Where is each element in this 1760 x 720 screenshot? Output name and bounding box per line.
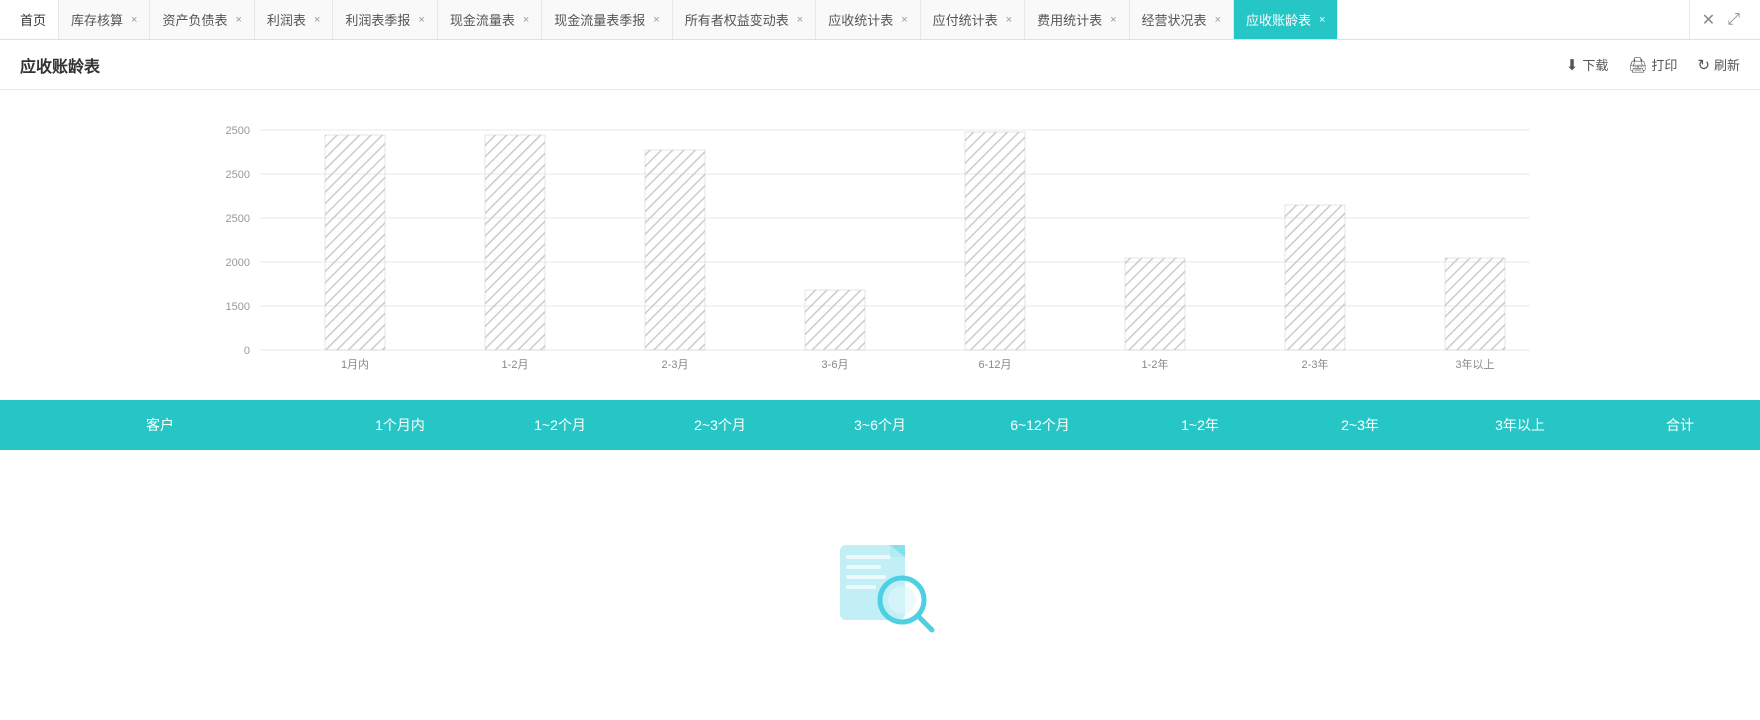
close-window-icon[interactable]: ✕: [1702, 10, 1715, 30]
tab-home[interactable]: 首页: [8, 0, 59, 40]
bar-3plus-year: [1445, 258, 1505, 350]
page-header: 应收账龄表 ⬇ 下载 🖨 打印 ↻ 刷新: [0, 40, 1760, 90]
tab-balance-sheet-close[interactable]: ×: [235, 14, 241, 26]
table-header: 客户 1个月内 1~2个月 2~3个月 3~6个月 6~12个月 1~2年 2~…: [0, 400, 1760, 450]
tab-equity[interactable]: 所有者权益变动表 ×: [673, 0, 816, 40]
bar-1-2month: [485, 135, 545, 350]
svg-text:2-3年: 2-3年: [1302, 357, 1329, 371]
tab-expense-stats-close[interactable]: ×: [1110, 14, 1116, 26]
svg-text:1500: 1500: [226, 301, 250, 313]
tab-cashflow-quarterly[interactable]: 现金流量表季报 ×: [542, 0, 672, 40]
tab-ar-aging-label: 应收账龄表: [1246, 10, 1311, 29]
tab-equity-label: 所有者权益变动表: [685, 10, 789, 29]
col-2-3year: 2~3年: [1280, 415, 1440, 435]
tab-home-label: 首页: [20, 10, 46, 29]
tab-bar: 首页 库存核算 × 资产负债表 × 利润表 × 利润表季报 × 现金流量表 × …: [0, 0, 1760, 40]
tab-balance-sheet[interactable]: 资产负债表 ×: [150, 0, 254, 40]
tab-profit-quarterly-label: 利润表季报: [345, 10, 410, 29]
tab-inventory[interactable]: 库存核算 ×: [59, 0, 150, 40]
svg-text:3-6月: 3-6月: [822, 359, 849, 371]
bar-3-6month: [805, 290, 865, 350]
svg-text:0: 0: [244, 345, 250, 357]
col-6-12month: 6~12个月: [960, 415, 1120, 435]
col-total: 合计: [1600, 415, 1760, 435]
svg-text:1-2年: 1-2年: [1142, 357, 1169, 371]
tab-cashflow-label: 现金流量表: [450, 10, 515, 29]
svg-text:1月内: 1月内: [341, 357, 369, 371]
print-label: 打印: [1651, 55, 1677, 74]
tab-ar-stats-close[interactable]: ×: [901, 14, 907, 26]
tab-ap-stats[interactable]: 应付统计表 ×: [921, 0, 1025, 40]
tab-cashflow-quarterly-close[interactable]: ×: [653, 14, 659, 26]
print-button[interactable]: 🖨 打印: [1628, 55, 1677, 74]
svg-text:2500: 2500: [226, 125, 250, 137]
download-button[interactable]: ⬇ 下载: [1566, 55, 1609, 74]
tab-operations-label: 经营状况表: [1142, 10, 1207, 29]
tab-cashflow-quarterly-label: 现金流量表季报: [554, 10, 645, 29]
tab-profit-quarterly-close[interactable]: ×: [418, 14, 424, 26]
refresh-label: 刷新: [1714, 55, 1740, 74]
bar-6-12month: [965, 132, 1025, 350]
download-icon: ⬇: [1566, 56, 1579, 74]
col-1-2year: 1~2年: [1120, 415, 1280, 435]
tab-cashflow[interactable]: 现金流量表 ×: [438, 0, 542, 40]
svg-text:2500: 2500: [226, 213, 250, 225]
table-body: [0, 450, 1760, 720]
svg-text:3年以上: 3年以上: [1455, 357, 1494, 371]
col-3plus-year: 3年以上: [1440, 415, 1600, 435]
tab-inventory-close[interactable]: ×: [131, 14, 137, 26]
tab-cashflow-close[interactable]: ×: [523, 14, 529, 26]
bar-1month: [325, 135, 385, 350]
col-2-3month: 2~3个月: [640, 415, 800, 435]
page-title: 应收账龄表: [20, 53, 100, 77]
tab-ap-stats-label: 应付统计表: [933, 10, 998, 29]
tab-inventory-label: 库存核算: [71, 10, 123, 29]
refresh-button[interactable]: ↻ 刷新: [1697, 55, 1740, 74]
page-actions: ⬇ 下载 🖨 打印 ↻ 刷新: [1566, 55, 1740, 74]
chart-container: 2500 2500 2500 2000 1500 0 1月内 1-2月: [30, 110, 1730, 390]
maximize-window-icon[interactable]: ⤢: [1727, 11, 1740, 29]
svg-text:2-3月: 2-3月: [662, 359, 689, 371]
bar-2-3year: [1285, 205, 1345, 350]
col-customer: 客户: [0, 415, 320, 435]
svg-text:2000: 2000: [226, 257, 250, 269]
tab-profit-quarterly[interactable]: 利润表季报 ×: [333, 0, 437, 40]
col-3-6month: 3~6个月: [800, 415, 960, 435]
tab-balance-sheet-label: 资产负债表: [162, 10, 227, 29]
bar-2-3month: [645, 150, 705, 350]
tab-ar-stats-label: 应收统计表: [828, 10, 893, 29]
empty-illustration: [820, 535, 940, 635]
tab-operations-close[interactable]: ×: [1215, 14, 1221, 26]
tab-equity-close[interactable]: ×: [797, 14, 803, 26]
refresh-icon: ↻: [1697, 56, 1710, 74]
tab-list: 首页 库存核算 × 资产负债表 × 利润表 × 利润表季报 × 现金流量表 × …: [8, 0, 1689, 40]
tab-ap-stats-close[interactable]: ×: [1006, 14, 1012, 26]
tab-ar-aging[interactable]: 应收账龄表 ×: [1234, 0, 1338, 40]
print-icon: 🖨: [1628, 56, 1647, 74]
chart-area: 2500 2500 2500 2000 1500 0 1月内 1-2月: [0, 90, 1760, 400]
col-1month: 1个月内: [320, 415, 480, 435]
bar-1-2year: [1125, 258, 1185, 350]
tab-operations[interactable]: 经营状况表 ×: [1130, 0, 1234, 40]
main-content: 2500 2500 2500 2000 1500 0 1月内 1-2月: [0, 90, 1760, 720]
download-label: 下载: [1582, 55, 1608, 74]
tab-ar-aging-close[interactable]: ×: [1319, 14, 1325, 26]
tab-profit-label: 利润表: [267, 10, 306, 29]
svg-text:2500: 2500: [226, 169, 250, 181]
tab-profit[interactable]: 利润表 ×: [255, 0, 333, 40]
svg-text:6-12月: 6-12月: [978, 359, 1011, 371]
tab-expense-stats-label: 费用统计表: [1037, 10, 1102, 29]
col-1-2month: 1~2个月: [480, 415, 640, 435]
bar-chart: 2500 2500 2500 2000 1500 0 1月内 1-2月: [30, 110, 1730, 390]
svg-text:1-2月: 1-2月: [502, 359, 529, 371]
tab-profit-close[interactable]: ×: [314, 14, 320, 26]
tab-expense-stats[interactable]: 费用统计表 ×: [1025, 0, 1129, 40]
window-controls: ✕ ⤢: [1689, 0, 1752, 40]
tab-ar-stats[interactable]: 应收统计表 ×: [816, 0, 920, 40]
